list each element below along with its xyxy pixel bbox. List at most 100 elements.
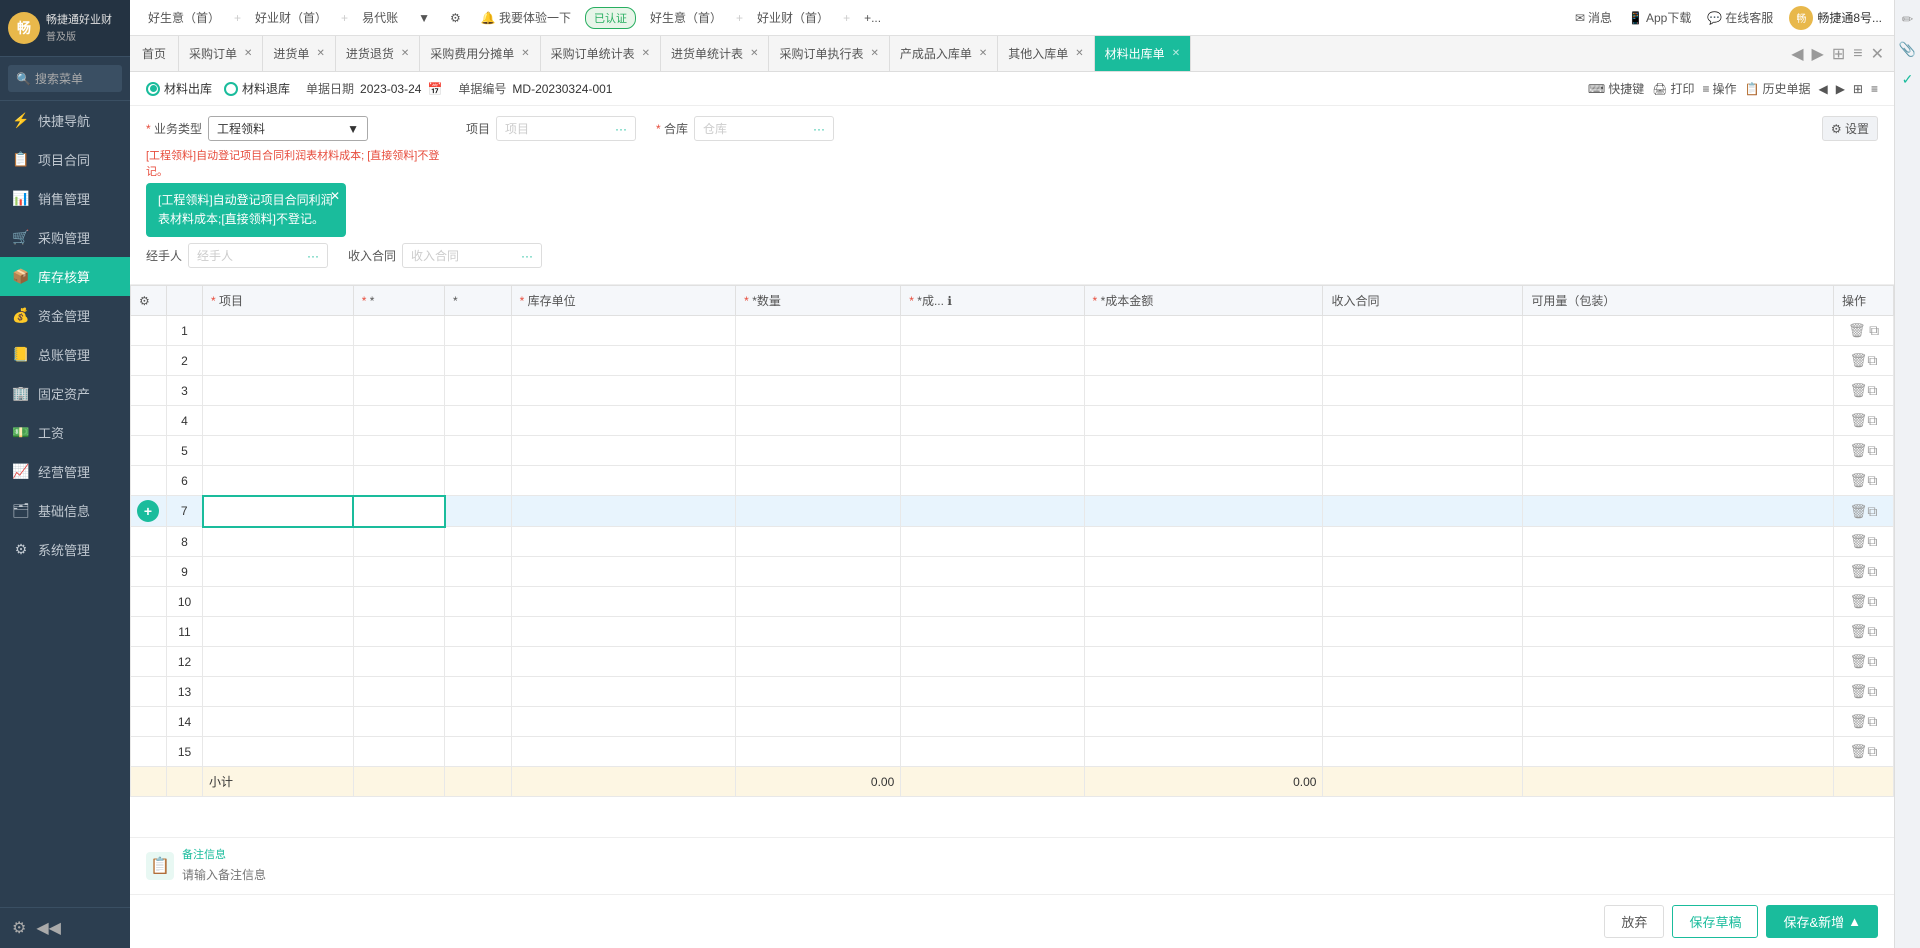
- tab-next-icon[interactable]: ▶: [1810, 42, 1826, 66]
- handler-select-btn[interactable]: ···: [307, 249, 319, 263]
- save-new-dropdown-icon[interactable]: ▲: [1848, 914, 1861, 929]
- project-select-btn[interactable]: ···: [615, 122, 627, 136]
- delete-row-btn[interactable]: 🗑: [1850, 743, 1868, 759]
- copy-row-btn[interactable]: ⧉: [1867, 683, 1877, 699]
- sidebar-item-inventory[interactable]: 📦 库存核算: [0, 257, 130, 296]
- delete-row-btn[interactable]: 🗑: [1850, 683, 1868, 699]
- message-btn[interactable]: ✉ 消息: [1575, 9, 1612, 26]
- tab-goods-receipt[interactable]: 进货单 ✕: [263, 36, 335, 72]
- tab-purchase-execution[interactable]: 采购订单执行表 ✕: [769, 36, 889, 72]
- tab-goods-return[interactable]: 进货退货 ✕: [336, 36, 420, 72]
- sidebar-item-accounting[interactable]: 📒 总账管理: [0, 335, 130, 374]
- tab-close-goods-receipt[interactable]: ✕: [316, 48, 324, 59]
- delete-row-btn[interactable]: 🗑: [1850, 442, 1868, 458]
- sidebar-item-shortcut[interactable]: ⚡ 快捷导航: [0, 101, 130, 140]
- copy-row-btn[interactable]: ⧉: [1867, 533, 1877, 549]
- tab-purchase-order[interactable]: 采购订单 ✕: [179, 36, 263, 72]
- tab-close-product-stock[interactable]: ✕: [979, 48, 987, 59]
- delete-row-btn[interactable]: 🗑: [1850, 533, 1868, 549]
- tab-material-out[interactable]: 材料出库单 ✕: [1095, 36, 1191, 72]
- tab-close-material-out[interactable]: ✕: [1172, 48, 1180, 59]
- delete-row-btn[interactable]: 🗑: [1848, 322, 1866, 338]
- view-toggle-2[interactable]: ≡: [1871, 80, 1878, 97]
- topbar-nav-dropdown[interactable]: ▼: [412, 7, 436, 29]
- tab-product-stock[interactable]: 产成品入库单 ✕: [890, 36, 998, 72]
- topbar-nav-good-biz2[interactable]: 好业财（首）: [249, 5, 333, 30]
- copy-row-btn[interactable]: ⧉: [1869, 322, 1879, 338]
- copy-row-btn[interactable]: ⧉: [1867, 743, 1877, 759]
- search-menu-button[interactable]: 🔍 搜索菜单: [8, 65, 122, 92]
- tab-list-icon[interactable]: ≡: [1851, 43, 1864, 65]
- radio-material-return[interactable]: 材料退库: [224, 80, 290, 97]
- user-menu[interactable]: 畅 畅捷通8号...: [1789, 6, 1882, 30]
- tab-close-all-icon[interactable]: ✕: [1869, 42, 1886, 66]
- calendar-icon[interactable]: 📅: [427, 82, 442, 96]
- warehouse-input[interactable]: 仓库 ···: [694, 116, 834, 141]
- delete-row-btn[interactable]: 🗑: [1850, 623, 1868, 639]
- tab-purchase-stats[interactable]: 采购订单统计表 ✕: [541, 36, 661, 72]
- tooltip-close-btn[interactable]: ✕: [330, 187, 340, 206]
- sidebar-item-purchase[interactable]: 🛒 采购管理: [0, 218, 130, 257]
- delete-row-btn[interactable]: 🗑: [1850, 472, 1868, 488]
- topbar-nav-more[interactable]: +...: [858, 7, 887, 29]
- copy-row-btn[interactable]: ⧉: [1867, 442, 1877, 458]
- note-input[interactable]: [182, 864, 782, 886]
- delete-row-btn[interactable]: 🗑: [1850, 352, 1868, 368]
- right-panel-edit-icon[interactable]: ✏: [1897, 8, 1919, 30]
- tab-close-other-receipt[interactable]: ✕: [1075, 48, 1083, 59]
- copy-row-btn[interactable]: ⧉: [1867, 412, 1877, 428]
- sidebar-item-basic[interactable]: 🗂 基础信息: [0, 491, 130, 530]
- tab-other-receipt[interactable]: 其他入库单 ✕: [998, 36, 1094, 72]
- delete-row-btn[interactable]: 🗑: [1850, 503, 1868, 519]
- sidebar-item-salary[interactable]: 💵 工资: [0, 413, 130, 452]
- copy-row-btn[interactable]: ⧉: [1867, 472, 1877, 488]
- copy-row-btn[interactable]: ⧉: [1867, 593, 1877, 609]
- tab-close-goods-receipt-stats[interactable]: ✕: [750, 48, 758, 59]
- delete-row-btn[interactable]: 🗑: [1850, 382, 1868, 398]
- copy-row-btn[interactable]: ⧉: [1867, 352, 1877, 368]
- handler-input[interactable]: 经手人 ···: [188, 243, 328, 268]
- tab-close-goods-return[interactable]: ✕: [401, 48, 409, 59]
- topbar-trial[interactable]: 🔔 我要体验一下: [475, 5, 577, 30]
- view-toggle-1[interactable]: ⊞: [1853, 80, 1863, 97]
- project-input[interactable]: 项目 ···: [496, 116, 636, 141]
- copy-row-btn[interactable]: ⧉: [1867, 503, 1877, 519]
- tab-close-purchase-order[interactable]: ✕: [244, 48, 252, 59]
- save-new-button[interactable]: 保存&新增 ▲: [1766, 905, 1878, 938]
- tab-goods-receipt-stats[interactable]: 进货单统计表 ✕: [661, 36, 769, 72]
- delete-row-btn[interactable]: 🗑: [1850, 653, 1868, 669]
- topbar-nav-good-biz[interactable]: 好生意（首）: [142, 5, 226, 30]
- copy-row-btn[interactable]: ⧉: [1867, 713, 1877, 729]
- add-row-btn[interactable]: +: [137, 500, 159, 522]
- tab-home[interactable]: 首页: [130, 36, 179, 72]
- income-contract-select-btn[interactable]: ···: [521, 249, 533, 263]
- copy-row-btn[interactable]: ⧉: [1867, 623, 1877, 639]
- warehouse-select-btn[interactable]: ···: [813, 122, 825, 136]
- topbar-settings-icon[interactable]: ⚙: [444, 7, 467, 29]
- print-btn[interactable]: 🖨 打印: [1652, 80, 1694, 97]
- topbar-nav-biz3[interactable]: 好生意（首）: [644, 5, 728, 30]
- sidebar-item-finance[interactable]: 💰 资金管理: [0, 296, 130, 335]
- th-settings[interactable]: ⚙: [131, 286, 167, 316]
- sidebar-item-sales[interactable]: 📊 销售管理: [0, 179, 130, 218]
- doc-date-value[interactable]: 2023-03-24: [360, 82, 421, 96]
- copy-row-btn[interactable]: ⧉: [1867, 563, 1877, 579]
- sidebar-item-fixed-assets[interactable]: 🏢 固定资产: [0, 374, 130, 413]
- radio-material-out[interactable]: 材料出库: [146, 80, 212, 97]
- history-btn[interactable]: 📋 历史单据: [1744, 80, 1810, 97]
- tab-prev-icon[interactable]: ◀: [1789, 42, 1805, 66]
- copy-row-btn[interactable]: ⧉: [1867, 382, 1877, 398]
- collapse-sidebar-icon[interactable]: ◀◀: [36, 918, 61, 938]
- settings-bottom-icon[interactable]: ⚙: [12, 918, 26, 938]
- copy-row-btn[interactable]: ⧉: [1867, 653, 1877, 669]
- operation-btn[interactable]: ≡ 操作: [1702, 80, 1736, 97]
- save-draft-button[interactable]: 保存草稿: [1672, 905, 1758, 938]
- tab-close-purchase-execution[interactable]: ✕: [870, 48, 878, 59]
- sidebar-item-operations[interactable]: 📈 经营管理: [0, 452, 130, 491]
- prev-record-btn[interactable]: ◀: [1818, 80, 1827, 97]
- topbar-nav-biz4[interactable]: 好业财（首）: [751, 5, 835, 30]
- tab-close-purchase-expense[interactable]: ✕: [521, 48, 529, 59]
- tab-purchase-expense[interactable]: 采购费用分摊单 ✕: [420, 36, 540, 72]
- delete-row-btn[interactable]: 🗑: [1850, 713, 1868, 729]
- delete-row-btn[interactable]: 🗑: [1850, 412, 1868, 428]
